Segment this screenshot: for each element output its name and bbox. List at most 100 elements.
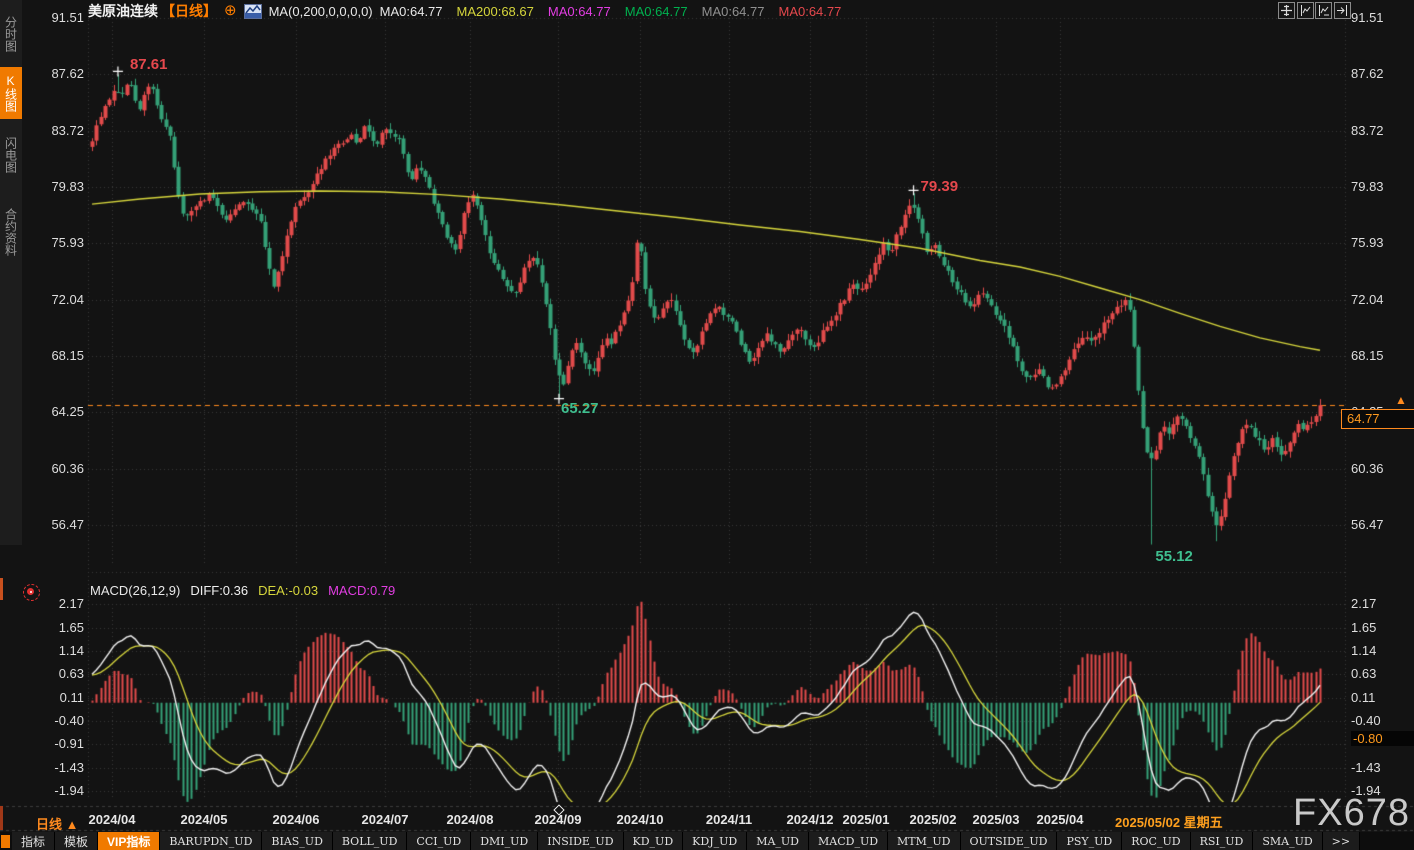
price-annotation: 79.39 xyxy=(921,178,959,195)
price-tick-right: 75.93 xyxy=(1351,235,1411,250)
macd-title: MACD(26,12,9) xyxy=(90,583,180,598)
toolbar-item-kdj-ud[interactable]: KDJ_UD xyxy=(683,832,747,850)
fx678-watermark: FX678 xyxy=(1293,792,1410,835)
macd-tick-right: -0.80 xyxy=(1351,731,1414,746)
ma-value-label: MA0:64.77 xyxy=(548,4,611,19)
left-sidebar: 分时图 K线图闪电图合约资料 xyxy=(0,0,22,545)
x-axis-scale-icon[interactable] xyxy=(1315,2,1332,19)
indicator-toolbar: 指标模板VIP指标BARUPDN_UDBIAS_UDBOLL_UDCCI_UDD… xyxy=(0,832,1414,850)
bottom-period-label[interactable]: 日线 ▲ xyxy=(36,814,78,833)
toolbar-item-bias-ud[interactable]: BIAS_UD xyxy=(262,832,333,850)
toolbar-corner-icon[interactable] xyxy=(1,835,10,848)
price-annotation: 87.61 xyxy=(130,56,168,73)
price-tick-right: 68.15 xyxy=(1351,348,1411,363)
left-edge-marker xyxy=(0,806,3,830)
macd-tick-right: 1.14 xyxy=(1351,643,1411,658)
toolbar-item-barupdn-ud[interactable]: BARUPDN_UD xyxy=(160,832,262,850)
macd-tick-right: -0.40 xyxy=(1351,713,1411,728)
macd-header: MACD(26,12,9) DIFF:0.36 DEA:-0.03 MACD:0… xyxy=(90,583,395,598)
macd-tick-left: -0.40 xyxy=(0,713,84,728)
price-tick-right: 83.72 xyxy=(1351,123,1411,138)
price-tick-right: 87.62 xyxy=(1351,66,1411,81)
macd-tick-left: 0.11 xyxy=(0,690,84,705)
toolbar-item-dmi-ud[interactable]: DMI_UD xyxy=(471,832,538,850)
left-edge-marker xyxy=(0,578,3,600)
price-alert-icon: ▲ xyxy=(1395,393,1407,407)
x-axis-month-label: 2024/11 xyxy=(706,812,752,827)
price-tick-right: 60.36 xyxy=(1351,461,1411,476)
price-tick-right: 56.47 xyxy=(1351,517,1411,532)
trading-app-window: 分时图 K线图闪电图合约资料 美原油连续【日线】 ⊕ MA(0,200,0,0,0… xyxy=(0,0,1414,850)
macd-tick-left: -1.94 xyxy=(0,783,84,798)
macd-tick-left: 1.14 xyxy=(0,643,84,658)
price-tick-right: 72.04 xyxy=(1351,292,1411,307)
macd-tick-right: 1.65 xyxy=(1351,620,1411,635)
sidebar-item-4[interactable]: 合约资料 xyxy=(0,192,22,272)
ma-value-label: MA0:64.77 xyxy=(625,4,688,19)
toolbar-item--[interactable]: >> xyxy=(1323,832,1360,850)
sidebar-item-3[interactable]: 闪电图 xyxy=(0,124,22,186)
macd-tick-left: 0.63 xyxy=(0,666,84,681)
ma-value-label: MA0:64.77 xyxy=(702,4,765,19)
macd-tick-left: -1.43 xyxy=(0,760,84,775)
chart-header: 美原油连续【日线】 ⊕ MA(0,200,0,0,0,0) MA0:64.77M… xyxy=(88,3,841,19)
period-selector[interactable]: 【日线】 xyxy=(161,1,217,21)
toolbar-item-boll-ud[interactable]: BOLL_UD xyxy=(333,832,408,850)
toolbar-item-macd-ud[interactable]: MACD_UD xyxy=(809,832,888,850)
macd-diff-value: DIFF:0.36 xyxy=(190,583,248,598)
toolbar-item--[interactable]: 模板 xyxy=(55,832,98,850)
toolbar-item-inside-ud[interactable]: INSIDE_UD xyxy=(538,832,623,850)
toolbar-item-cci-ud[interactable]: CCI_UD xyxy=(407,832,471,850)
toolbar-item-outside-ud[interactable]: OUTSIDE_UD xyxy=(961,832,1058,850)
price-tick-right: 91.51 xyxy=(1351,10,1411,25)
x-axis-month-label: 2025/03 xyxy=(973,812,1020,827)
move-tool-icon[interactable] xyxy=(1278,2,1295,19)
x-axis-month-label: 2024/06 xyxy=(273,812,320,827)
chart-canvas[interactable] xyxy=(0,0,1414,850)
ma-settings-label: MA(0,200,0,0,0,0) xyxy=(269,4,373,19)
chart-type-icon[interactable] xyxy=(244,4,262,19)
x-axis-month-label: 2024/05 xyxy=(181,812,228,827)
macd-tick-right: -1.43 xyxy=(1351,760,1411,775)
link-icon[interactable]: ⊕ xyxy=(224,4,237,18)
macd-tick-right: 0.63 xyxy=(1351,666,1411,681)
x-axis-month-label: 2025/04 xyxy=(1037,812,1084,827)
macd-tick-left: 2.17 xyxy=(0,596,84,611)
toolbar-item-rsi-ud[interactable]: RSI_UD xyxy=(1191,832,1254,850)
price-tick-right: 79.83 xyxy=(1351,179,1411,194)
go-to-latest-icon[interactable] xyxy=(1334,2,1351,19)
macd-tick-right: -1.94 xyxy=(1351,783,1411,798)
x-axis-month-label: 2024/08 xyxy=(447,812,494,827)
x-axis-month-label: 2024/10 xyxy=(617,812,664,827)
symbol-name[interactable]: 美原油连续 xyxy=(88,1,158,21)
current-price-badge: 64.77 xyxy=(1341,409,1414,429)
toolbar-item-kd-ud[interactable]: KD_UD xyxy=(624,832,684,850)
x-axis-month-label: 2024/12 xyxy=(787,812,834,827)
toolbar-item--[interactable]: 指标 xyxy=(12,832,55,850)
x-axis-month-label: 2024/07 xyxy=(362,812,409,827)
toolbar-item-roc-ud[interactable]: ROC_UD xyxy=(1122,832,1190,850)
toolbar-item-vip-[interactable]: VIP指标 xyxy=(98,832,160,850)
toolbar-item-psy-ud[interactable]: PSY_UD xyxy=(1057,832,1122,850)
macd-tick-right: 2.17 xyxy=(1351,596,1411,611)
price-annotation: 65.27 xyxy=(561,400,599,417)
ma-value-label: MA200:68.67 xyxy=(457,4,534,19)
macd-dea-value: DEA:-0.03 xyxy=(258,583,318,598)
macd-tick-left: -0.91 xyxy=(0,736,84,751)
y-axis-scale-icon[interactable] xyxy=(1297,2,1314,19)
x-axis-month-label: 2025/02 xyxy=(910,812,957,827)
sidebar-item-1[interactable]: 分时图 xyxy=(0,5,22,63)
price-annotation: 55.12 xyxy=(1155,548,1193,565)
x-axis-month-label: 2024/04 xyxy=(89,812,136,827)
ma-value-label: MA0:64.77 xyxy=(380,4,443,19)
current-date-label: 2025/05/02 星期五 xyxy=(1112,811,1226,832)
ma-value-label: MA0:64.77 xyxy=(778,4,841,19)
toolbar-item-sma-ud[interactable]: SMA_UD xyxy=(1253,832,1322,850)
toolbar-item-ma-ud[interactable]: MA_UD xyxy=(747,832,809,850)
macd-settings-icon[interactable] xyxy=(23,584,40,601)
toolbar-item-mtm-ud[interactable]: MTM_UD xyxy=(888,832,960,850)
sidebar-item-2[interactable]: K线图 xyxy=(0,67,22,119)
macd-macd-value: MACD:0.79 xyxy=(328,583,395,598)
ma-values: MA0:64.77 MA200:68.67 MA0:64.77 MA0:64.77 MA… xyxy=(380,4,842,19)
x-axis-month-label: 2025/01 xyxy=(843,812,890,827)
